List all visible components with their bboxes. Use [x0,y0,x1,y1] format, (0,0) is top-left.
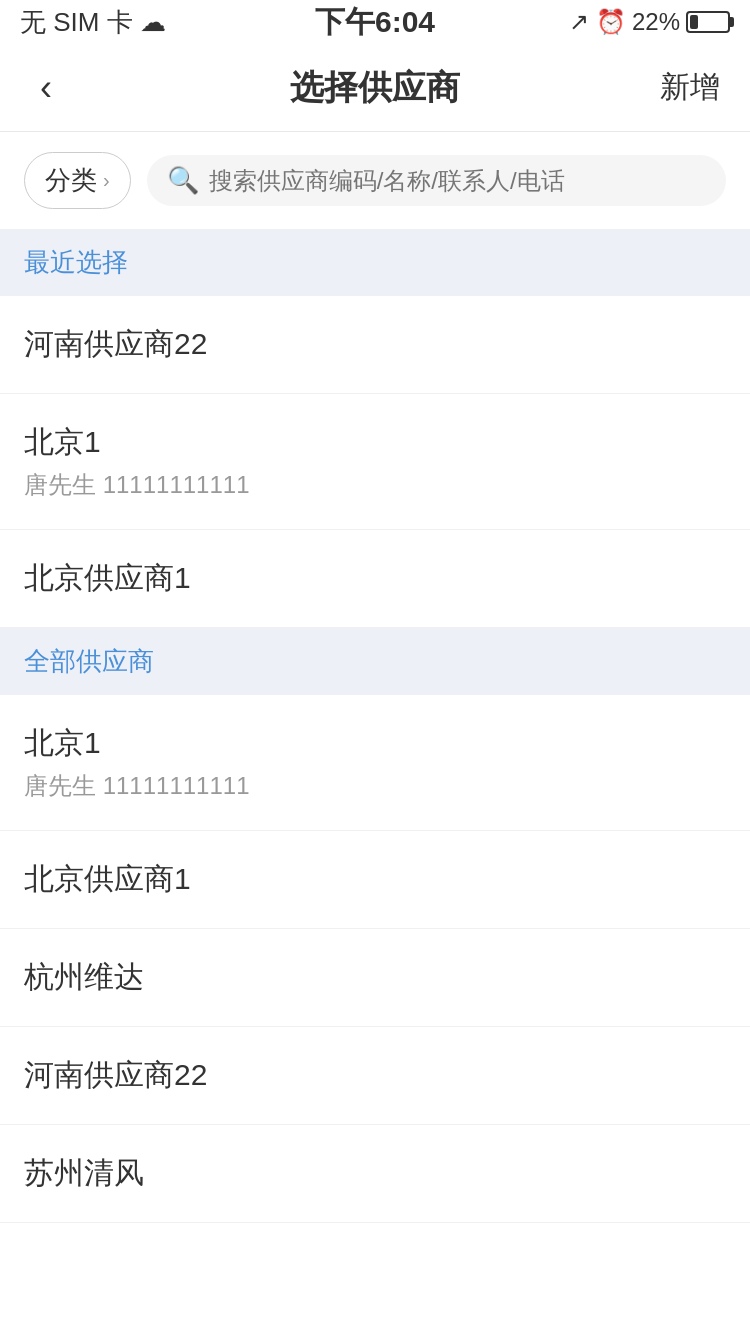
item-name: 北京1 [24,422,726,463]
list-item[interactable]: 北京1 唐先生 11111111111 [0,695,750,831]
item-name: 北京1 [24,723,726,764]
list-item[interactable]: 苏州清风 [0,1125,750,1223]
all-section-header: 全部供应商 [0,628,750,695]
category-button[interactable]: 分类 › [24,152,131,209]
item-name: 北京供应商1 [24,859,726,900]
status-bar: 无 SIM 卡 ☁ 下午6:04 ↗ ⏰ 22% [0,0,750,44]
item-name: 杭州维达 [24,957,726,998]
search-box: 🔍 [147,155,726,206]
sim-status: 无 SIM 卡 ☁ [20,5,166,40]
recent-list: 河南供应商22 北京1 唐先生 11111111111 北京供应商1 [0,296,750,628]
add-button[interactable]: 新增 [660,67,720,108]
category-label: 分类 [45,163,97,198]
item-sub: 唐先生 11111111111 [24,469,726,501]
list-item[interactable]: 杭州维达 [0,929,750,1027]
page-title: 选择供应商 [290,65,460,111]
battery-icon [686,11,730,33]
all-list: 北京1 唐先生 11111111111 北京供应商1 杭州维达河南供应商22 苏州清风 [0,695,750,1223]
status-right: ↗ ⏰ 22% [569,8,730,36]
nav-bar: ‹ 选择供应商 新增 [0,44,750,132]
back-button[interactable]: ‹ [30,57,62,119]
item-name: 北京供应商1 [24,558,726,599]
search-icon: 🔍 [167,165,199,196]
item-name: 苏州清风 [24,1153,726,1194]
list-item[interactable]: 北京供应商1 [0,831,750,929]
list-item[interactable]: 河南供应商22 [0,1027,750,1125]
chevron-right-icon: › [103,169,110,192]
status-icons: ↗ ⏰ [569,8,626,36]
item-sub: 唐先生 11111111111 [24,770,726,802]
battery-percent: 22% [632,8,680,36]
status-time: 下午6:04 [315,2,435,43]
list-item[interactable]: 河南供应商22 [0,296,750,394]
list-item[interactable]: 北京1 唐先生 11111111111 [0,394,750,530]
item-name: 河南供应商22 [24,324,726,365]
search-input[interactable] [209,167,706,195]
item-name: 河南供应商22 [24,1055,726,1096]
recent-section-header: 最近选择 [0,229,750,296]
list-item[interactable]: 北京供应商1 [0,530,750,628]
filter-bar: 分类 › 🔍 [0,132,750,229]
status-left: 无 SIM 卡 ☁ [20,5,166,40]
